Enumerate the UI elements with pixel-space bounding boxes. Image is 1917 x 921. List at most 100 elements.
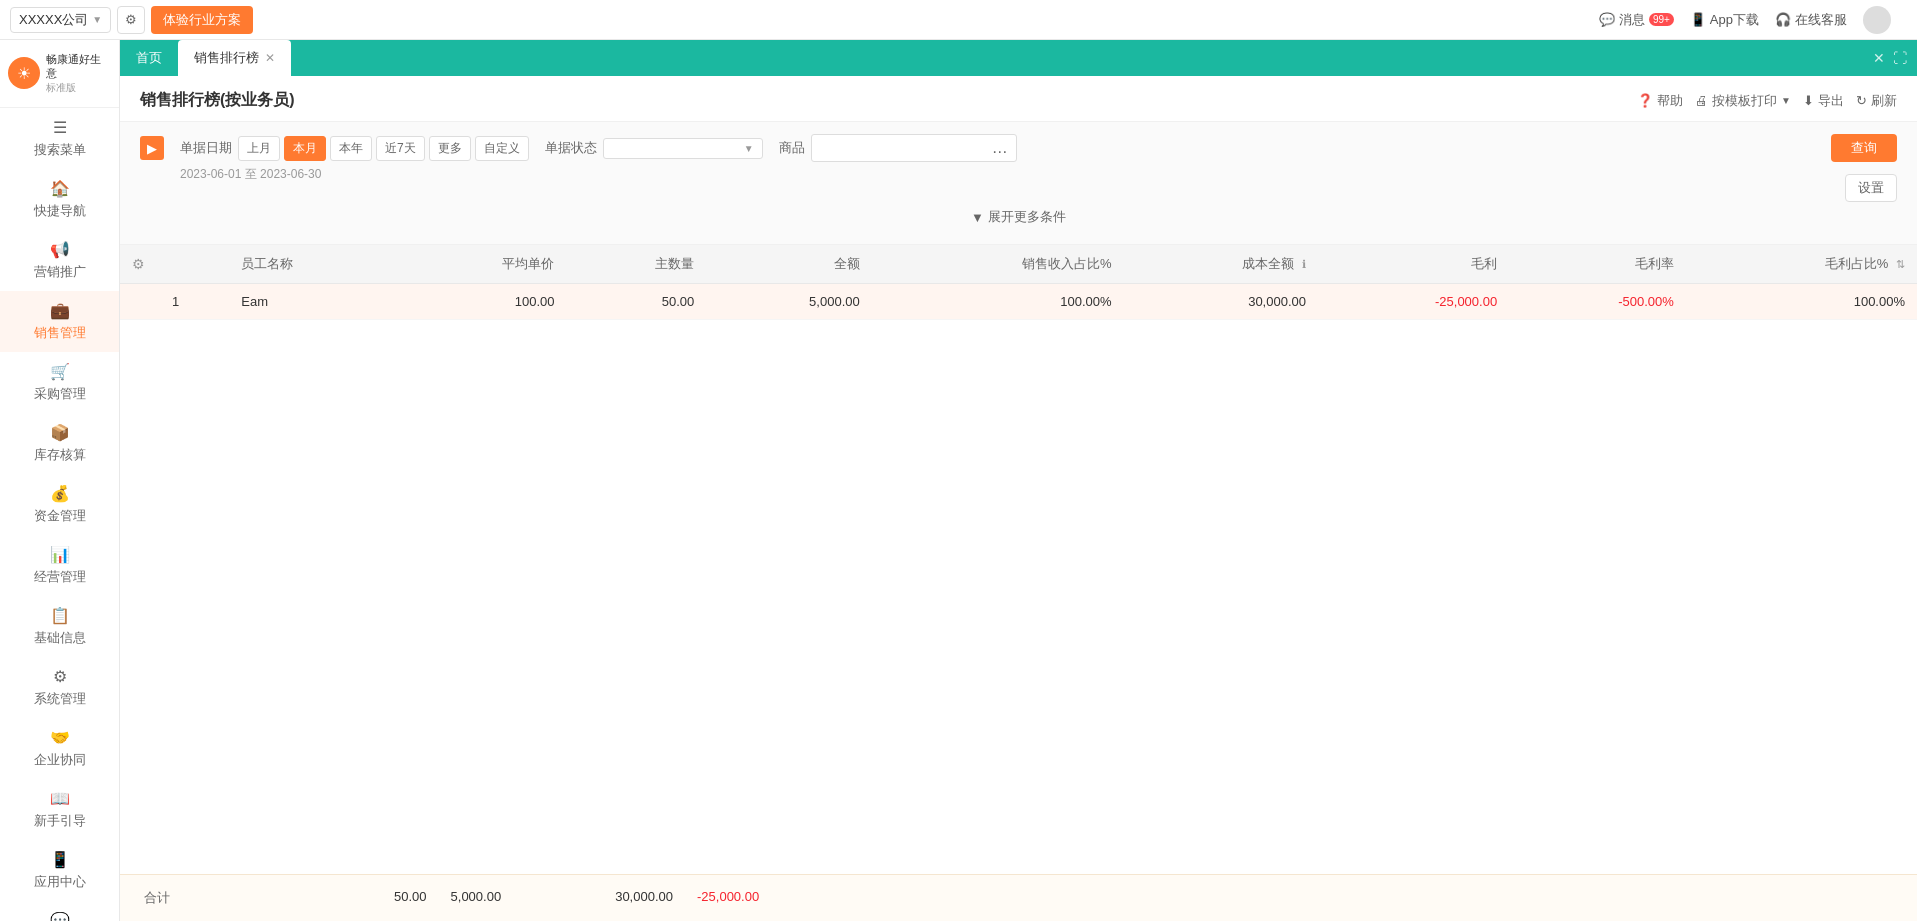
tab-home[interactable]: 首页 xyxy=(120,40,178,76)
top-bar-left: XXXXX公司 ▼ ⚙ 体验行业方案 xyxy=(10,6,1599,34)
top-bar: XXXXX公司 ▼ ⚙ 体验行业方案 💬 消息 99+ 📱 App下载 🎧 在线… xyxy=(0,0,1917,40)
filter-date-label: 单据日期 xyxy=(180,139,232,157)
sidebar-item-label: 库存核算 xyxy=(34,446,86,464)
table-header-row: ⚙ 员工名称 平均单价 主数量 全额 销售收入占比% 成本全额 ℹ 毛利 毛利率… xyxy=(120,245,1917,284)
sidebar-item-label: 搜索菜单 xyxy=(34,141,86,159)
print-dropdown-arrow: ▼ xyxy=(1781,95,1791,106)
template-print-button[interactable]: 🖨 按模板打印 ▼ xyxy=(1695,92,1791,110)
sidebar-item-label: 经营管理 xyxy=(34,568,86,586)
th-avg-price: 平均单价 xyxy=(398,245,567,284)
inventory-icon: 📦 xyxy=(50,423,70,442)
operations-icon: 📊 xyxy=(50,545,70,564)
td-rank: 1 xyxy=(160,284,229,320)
filter-toggle-button[interactable]: ▶ xyxy=(140,136,164,160)
sales-icon: 💼 xyxy=(50,301,70,320)
ranking-table: ⚙ 员工名称 平均单价 主数量 全额 销售收入占比% 成本全额 ℹ 毛利 毛利率… xyxy=(120,245,1917,320)
company-name-text: XXXXX公司 xyxy=(19,11,88,29)
page-actions: ❓ 帮助 🖨 按模板打印 ▼ ⬇ 导出 ↻ 刷新 xyxy=(1637,92,1897,110)
avatar[interactable] xyxy=(1863,6,1891,34)
filter-goods-item: 商品 … xyxy=(779,134,1017,162)
filter-area: ▶ 单据日期 上月 本月 本年 近7天 更多 自定义 xyxy=(120,122,1917,245)
sidebar-logo: ☀ 畅康通好生意 标准版 xyxy=(0,40,119,108)
filter-status-select[interactable]: ▼ xyxy=(603,138,763,159)
sidebar-item-system[interactable]: ⚙ 系统管理 xyxy=(0,657,119,718)
sidebar-item-label: 采购管理 xyxy=(34,385,86,403)
cost-info-icon[interactable]: ℹ xyxy=(1302,258,1306,270)
tab-bar: 首页 销售排行榜 ✕ ✕ ⛶ xyxy=(120,40,1917,76)
th-rank xyxy=(160,245,229,284)
date-btn-7days[interactable]: 近7天 xyxy=(376,136,425,161)
message-button[interactable]: 💬 消息 99+ xyxy=(1599,11,1674,29)
footer-spacer2 xyxy=(302,885,382,911)
th-gross: 毛利 xyxy=(1318,245,1509,284)
filter-status-item: 单据状态 ▼ xyxy=(545,138,763,159)
query-button[interactable]: 查询 xyxy=(1831,134,1897,162)
sidebar: ☀ 畅康通好生意 标准版 ☰ 搜索菜单 🏠 快捷导航 📢 营销推广 💼 销售管理… xyxy=(0,40,120,921)
date-btn-current-year[interactable]: 本年 xyxy=(330,136,372,161)
sidebar-item-label: 系统管理 xyxy=(34,690,86,708)
date-btn-last-month[interactable]: 上月 xyxy=(238,136,280,161)
filter-goods-label: 商品 xyxy=(779,139,805,157)
content-area: 首页 销售排行榜 ✕ ✕ ⛶ 销售排行榜(按业务员) ❓ 帮助 xyxy=(120,40,1917,921)
sidebar-item-search[interactable]: ☰ 搜索菜单 xyxy=(0,108,119,169)
date-btn-custom[interactable]: 自定义 xyxy=(475,136,529,161)
filter-goods-field[interactable] xyxy=(820,141,988,156)
company-selector[interactable]: XXXXX公司 ▼ xyxy=(10,7,111,33)
footer-cells: 合计 50.00 5,000.00 30,000.00 -25,000.00 xyxy=(132,885,1905,911)
th-quantity: 主数量 xyxy=(566,245,706,284)
td-sales-pct: 100.00% xyxy=(872,284,1124,320)
sidebar-item-appstore[interactable]: 📱 应用中心 xyxy=(0,840,119,901)
sidebar-item-inventory[interactable]: 📦 库存核算 xyxy=(0,413,119,474)
tab-close-window-icon[interactable]: ✕ xyxy=(1873,50,1885,66)
footer-quantity: 50.00 xyxy=(382,885,439,911)
trial-button[interactable]: 体验行业方案 xyxy=(151,6,253,34)
help-button[interactable]: ❓ 帮助 xyxy=(1637,92,1683,110)
filter-goods-more-icon[interactable]: … xyxy=(992,139,1008,157)
footer-spacer1 xyxy=(182,885,302,911)
enterprise-icon: 🤝 xyxy=(50,728,70,747)
filter-row-1: ▶ 单据日期 上月 本月 本年 近7天 更多 自定义 xyxy=(140,134,1821,162)
sidebar-item-wechat[interactable]: 💬 企业微信 xyxy=(0,901,119,921)
online-service-button[interactable]: 🎧 在线客服 xyxy=(1775,11,1847,29)
sidebar-item-sales[interactable]: 💼 销售管理 xyxy=(0,291,119,352)
sidebar-item-operations[interactable]: 📊 经营管理 xyxy=(0,535,119,596)
sidebar-item-basics[interactable]: 📋 基础信息 xyxy=(0,596,119,657)
sidebar-item-finance[interactable]: 💰 资金管理 xyxy=(0,474,119,535)
column-settings-icon[interactable]: ⚙ xyxy=(132,256,145,272)
finance-icon: 💰 xyxy=(50,484,70,503)
tab-close-icon[interactable]: ✕ xyxy=(265,51,275,65)
table-row: 1 Eam 100.00 50.00 5,000.00 100.00% 30,0… xyxy=(120,284,1917,320)
settings-gear-button[interactable]: ⚙ xyxy=(117,6,145,34)
filter-settings-button[interactable]: 设置 xyxy=(1845,174,1897,202)
sidebar-item-label: 基础信息 xyxy=(34,629,86,647)
export-button[interactable]: ⬇ 导出 xyxy=(1803,92,1844,110)
gross-pct-sort-icon[interactable]: ⇅ xyxy=(1896,258,1905,270)
expand-more-button[interactable]: ▼ 展开更多条件 xyxy=(140,202,1897,232)
th-amount: 全额 xyxy=(706,245,872,284)
th-sales-pct: 销售收入占比% xyxy=(872,245,1124,284)
date-btn-more[interactable]: 更多 xyxy=(429,136,471,161)
th-settings[interactable]: ⚙ xyxy=(120,245,160,284)
online-service-label: 在线客服 xyxy=(1795,11,1847,29)
sidebar-item-marketing[interactable]: 📢 营销推广 xyxy=(0,230,119,291)
date-btn-current-month[interactable]: 本月 xyxy=(284,136,326,161)
refresh-button[interactable]: ↻ 刷新 xyxy=(1856,92,1897,110)
template-print-label: 按模板打印 xyxy=(1712,92,1777,110)
sidebar-item-quicknav[interactable]: 🏠 快捷导航 xyxy=(0,169,119,230)
expand-more-icon: ▼ xyxy=(971,210,984,225)
tab-maximize-icon[interactable]: ⛶ xyxy=(1893,50,1907,66)
sidebar-item-purchase[interactable]: 🛒 采购管理 xyxy=(0,352,119,413)
date-range-buttons: 上月 本月 本年 近7天 更多 自定义 xyxy=(238,136,529,161)
th-gross-rate: 毛利率 xyxy=(1509,245,1686,284)
refresh-label: 刷新 xyxy=(1871,92,1897,110)
basics-icon: 📋 xyxy=(50,606,70,625)
tab-sales-ranking[interactable]: 销售排行榜 ✕ xyxy=(178,40,291,76)
filter-goods-input[interactable]: … xyxy=(811,134,1017,162)
logo-line1: 畅康通好生意 xyxy=(46,52,111,81)
sidebar-item-enterprise[interactable]: 🤝 企业协同 xyxy=(0,718,119,779)
td-cost: 30,000.00 xyxy=(1124,284,1318,320)
export-label: 导出 xyxy=(1818,92,1844,110)
sidebar-item-guide[interactable]: 📖 新手引导 xyxy=(0,779,119,840)
app-download-button[interactable]: 📱 App下载 xyxy=(1690,11,1759,29)
sidebar-item-label: 新手引导 xyxy=(34,812,86,830)
